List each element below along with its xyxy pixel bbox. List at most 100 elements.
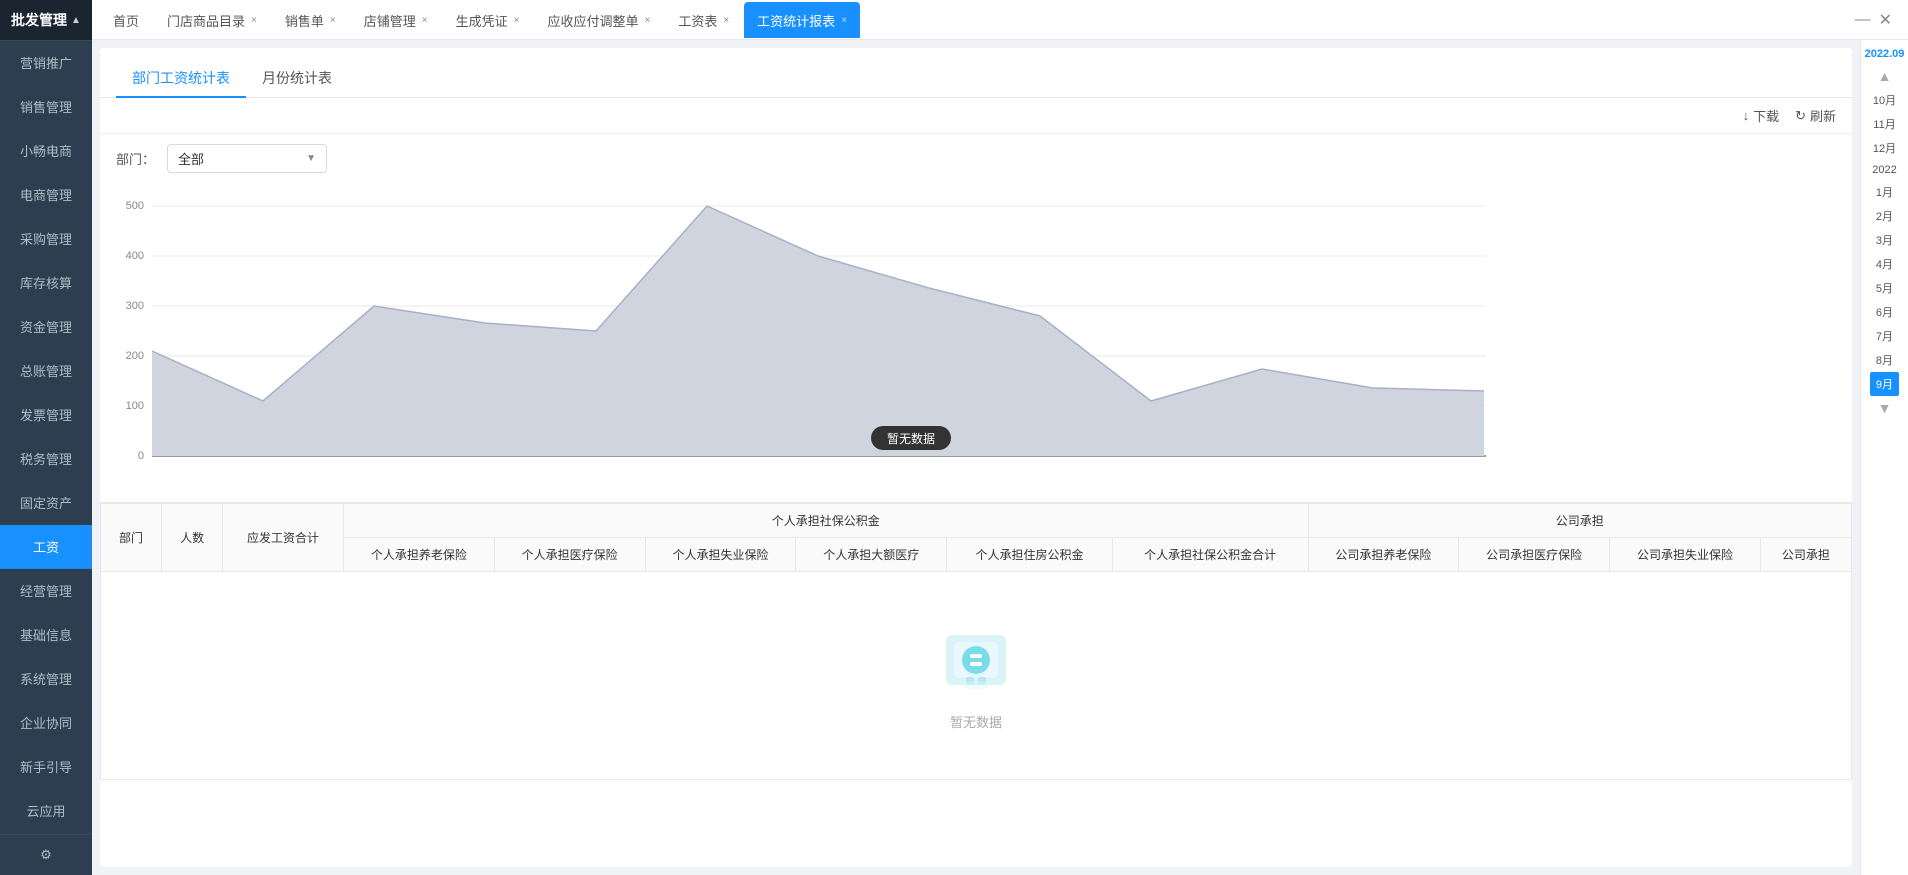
timeline-up-arrow[interactable]: ▲ [1874, 64, 1896, 88]
svg-text:400: 400 [126, 250, 144, 262]
sidebar-item-销售管理[interactable]: 销售管理 [0, 85, 92, 129]
empty-text: 暂无数据 [950, 712, 1002, 731]
sidebar-item-资金管理[interactable]: 资金管理 [0, 305, 92, 349]
tab-close-icon[interactable]: × [251, 15, 257, 26]
col-company-insurance: 公司承担 [1308, 504, 1852, 538]
tab-close-icon[interactable]: × [723, 15, 729, 26]
download-icon: ↓ [1743, 108, 1750, 123]
tab-bar: 首页门店商品目录×销售单×店铺管理×生成凭证×应收应付调整单×工资表×工资统计报… [92, 0, 1908, 40]
tab-label: 生成凭证 [456, 11, 508, 30]
sidebar: 批发管理 ▲ 营销推广销售管理小畅电商电商管理采购管理库存核算资金管理总账管理发… [0, 0, 92, 875]
empty-state: 暂无数据 [113, 580, 1839, 771]
refresh-icon: ↻ [1795, 108, 1806, 124]
timeline-month-11月[interactable]: 11月 [1870, 112, 1898, 136]
sidebar-item-总账管理[interactable]: 总账管理 [0, 349, 92, 393]
col-personal-insurance: 个人承担社保公积金 [344, 504, 1309, 538]
sidebar-item-采购管理[interactable]: 采购管理 [0, 217, 92, 261]
timeline-months: 10月11月12月20221月2月3月4月5月6月7月8月9月 [1870, 88, 1898, 396]
tab-close-icon[interactable]: × [514, 15, 520, 26]
close-icon[interactable]: ✕ [1879, 10, 1892, 30]
tab-店铺管理[interactable]: 店铺管理 × [351, 2, 441, 38]
table-area[interactable]: 部门 人数 应发工资合计 个人承担社保公积金 公司承担 个人承担养老保险个人承担… [100, 502, 1852, 867]
tab-close-icon[interactable]: × [644, 15, 650, 26]
dept-filter-value: 全部 [178, 149, 204, 168]
sidebar-item-基础信息[interactable]: 基础信息 [0, 613, 92, 657]
timeline-month-12月[interactable]: 12月 [1870, 136, 1898, 160]
tab-label: 工资表 [678, 11, 717, 30]
timeline-year-2022[interactable]: 2022 [1870, 160, 1898, 180]
col-公司承担: 公司承担 [1760, 538, 1851, 572]
filter-row: 部门： 全部 ▼ [100, 134, 1852, 183]
refresh-label: 刷新 [1810, 106, 1836, 125]
empty-icon [936, 620, 1016, 700]
gear-icon: ⚙ [40, 847, 52, 862]
timeline-month-3月[interactable]: 3月 [1870, 228, 1898, 252]
col-公司承担医疗保险: 公司承担医疗保险 [1459, 538, 1610, 572]
sidebar-item-工资[interactable]: 工资 [0, 525, 92, 569]
sub-tab-部门工资统计表[interactable]: 部门工资统计表 [116, 60, 246, 98]
col-dept: 部门 [101, 504, 162, 572]
svg-text:0: 0 [138, 450, 144, 462]
tab-label: 首页 [113, 11, 139, 30]
col-公司承担失业保险: 公司承担失业保险 [1610, 538, 1761, 572]
main-area: 首页门店商品目录×销售单×店铺管理×生成凭证×应收应付调整单×工资表×工资统计报… [92, 0, 1908, 875]
timeline-month-7月[interactable]: 7月 [1870, 324, 1898, 348]
empty-state-cell: 暂无数据 [101, 572, 1852, 780]
timeline-month-8月[interactable]: 8月 [1870, 348, 1898, 372]
sidebar-item-电商管理[interactable]: 电商管理 [0, 173, 92, 217]
sidebar-items: 营销推广销售管理小畅电商电商管理采购管理库存核算资金管理总账管理发票管理税务管理… [0, 41, 92, 834]
settings-button[interactable]: ⚙ [0, 834, 92, 875]
download-button[interactable]: ↓ 下载 [1743, 106, 1780, 125]
sidebar-item-营销推广[interactable]: 营销推广 [0, 41, 92, 85]
timeline-month-4月[interactable]: 4月 [1870, 252, 1898, 276]
sidebar-toggle-icon: ▲ [71, 15, 81, 26]
sidebar-item-发票管理[interactable]: 发票管理 [0, 393, 92, 437]
tab-首页[interactable]: 首页 [100, 2, 152, 38]
timeline-down-arrow[interactable]: ▼ [1874, 396, 1896, 420]
timeline-month-5月[interactable]: 5月 [1870, 276, 1898, 300]
sub-tab-月份统计表[interactable]: 月份统计表 [246, 60, 348, 98]
sidebar-item-企业协同[interactable]: 企业协同 [0, 701, 92, 745]
tab-label: 店铺管理 [364, 11, 416, 30]
timeline-month-10月[interactable]: 10月 [1870, 88, 1898, 112]
tab-close-icon[interactable]: × [841, 15, 847, 26]
timeline-month-1月[interactable]: 1月 [1870, 180, 1898, 204]
timeline-month-2月[interactable]: 2月 [1870, 204, 1898, 228]
minimize-icon[interactable]: — [1855, 11, 1871, 29]
sidebar-item-经营管理[interactable]: 经营管理 [0, 569, 92, 613]
dept-filter-label: 部门： [116, 149, 155, 168]
sidebar-item-小畅电商[interactable]: 小畅电商 [0, 129, 92, 173]
tab-门店商品目录[interactable]: 门店商品目录× [154, 2, 270, 38]
tab-应收应付调整单[interactable]: 应收应付调整单× [534, 2, 663, 38]
col-个人承担住房公积金: 个人承担住房公积金 [947, 538, 1113, 572]
tab-工资统计报表[interactable]: 工资统计报表× [744, 2, 860, 38]
timeline-month-9月[interactable]: 9月 [1870, 372, 1898, 396]
col-total-salary: 应发工资合计 [223, 504, 344, 572]
col-个人承担失业保险: 个人承担失业保险 [645, 538, 796, 572]
col-个人承担社保公积金合计: 个人承担社保公积金合计 [1112, 538, 1308, 572]
svg-text:300: 300 [126, 300, 144, 312]
col-个人承担养老保险: 个人承担养老保险 [344, 538, 495, 572]
col-公司承担养老保险: 公司承担养老保险 [1308, 538, 1459, 572]
sidebar-item-固定资产[interactable]: 固定资产 [0, 481, 92, 525]
tab-工资表[interactable]: 工资表 × [665, 2, 742, 38]
sidebar-item-税务管理[interactable]: 税务管理 [0, 437, 92, 481]
sidebar-item-库存核算[interactable]: 库存核算 [0, 261, 92, 305]
page: 部门工资统计表月份统计表 ↓ 下载 ↻ 刷新 部门： 全部 ▼ [100, 48, 1852, 867]
chart-svg: 500 400 300 200 100 0 [116, 191, 1496, 491]
dept-filter-select[interactable]: 全部 ▼ [167, 144, 327, 173]
chart-area: 500 400 300 200 100 0 [100, 183, 1852, 502]
tab-生成凭证[interactable]: 生成凭证 × [443, 2, 533, 38]
tab-销售单[interactable]: 销售单× [272, 2, 349, 38]
tab-close-icon[interactable]: × [330, 15, 336, 26]
tab-close-icon[interactable]: × [422, 15, 428, 26]
sidebar-header[interactable]: 批发管理 ▲ [0, 0, 92, 41]
refresh-button[interactable]: ↻ 刷新 [1795, 106, 1836, 125]
svg-text:500: 500 [126, 200, 144, 212]
data-table: 部门 人数 应发工资合计 个人承担社保公积金 公司承担 个人承担养老保险个人承担… [100, 503, 1852, 780]
svg-text:200: 200 [126, 350, 144, 362]
sidebar-item-云应用[interactable]: 云应用 [0, 789, 92, 833]
sidebar-item-系统管理[interactable]: 系统管理 [0, 657, 92, 701]
timeline-month-6月[interactable]: 6月 [1870, 300, 1898, 324]
sidebar-item-新手引导[interactable]: 新手引导 [0, 745, 92, 789]
